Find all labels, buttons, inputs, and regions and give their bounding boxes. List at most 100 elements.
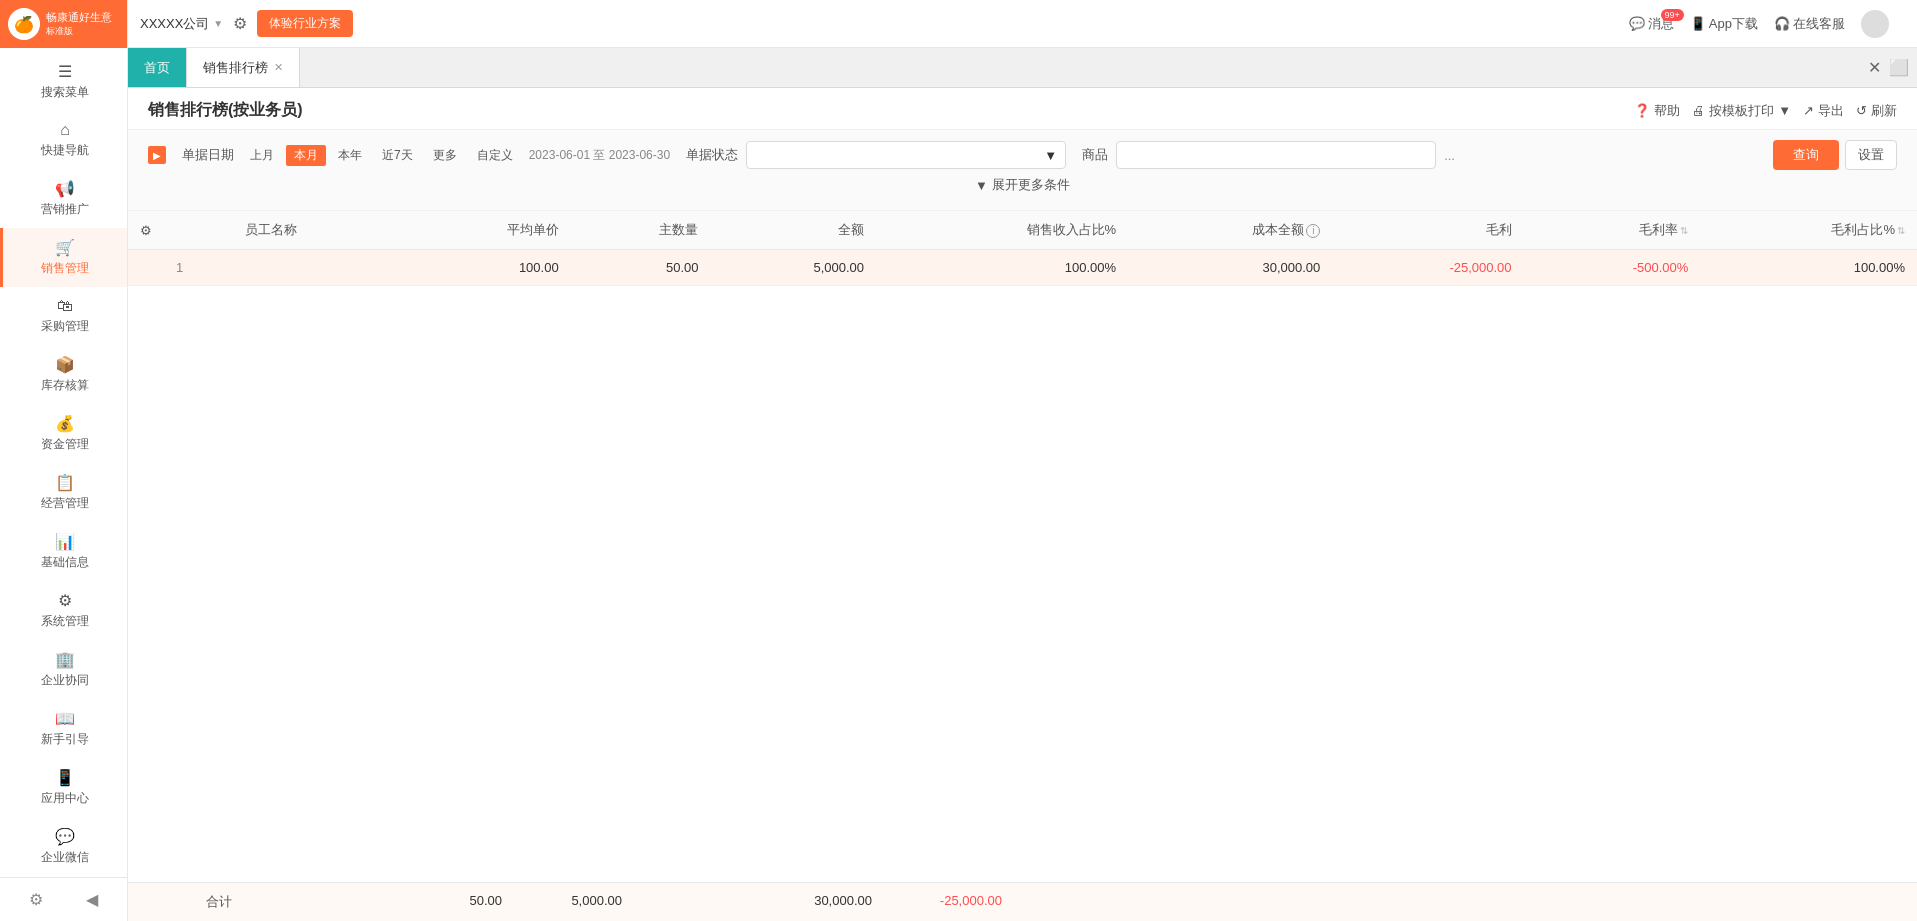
tab-close-window-icon[interactable]: ✕	[1868, 58, 1881, 77]
message-button[interactable]: 💬 消息 99+	[1629, 15, 1674, 33]
app-download-button[interactable]: 📱 App下载	[1690, 15, 1758, 33]
sidebar-item-marketing[interactable]: 📢 营销推广	[0, 169, 127, 228]
table-row: 1 100.00 50.00 5,000.00 100.00% 30,000.0…	[128, 250, 1917, 286]
help-button[interactable]: ❓ 帮助	[1634, 102, 1680, 120]
tab-sales-rank[interactable]: 销售排行榜 ✕	[187, 48, 300, 87]
sidebar-item-label: 搜索菜单	[41, 84, 89, 101]
th-cost-total: 成本全额i	[1128, 211, 1332, 250]
sidebar-item-guide[interactable]: 📖 新手引导	[0, 699, 127, 758]
expand-down-icon: ▼	[975, 178, 988, 193]
sidebar-item-sales[interactable]: 🛒 销售管理	[0, 228, 127, 287]
filter-area: ▶ 单据日期 上月 本月 本年 近7天 更多 自定义 2023-06-01 至 …	[128, 130, 1917, 211]
sidebar-item-enterprise[interactable]: 🏢 企业协同	[0, 640, 127, 699]
date-opt-this-month[interactable]: 本月	[286, 145, 326, 166]
sidebar-item-shortcut[interactable]: ⌂ 快捷导航	[0, 111, 127, 169]
tab-home[interactable]: 首页	[128, 48, 187, 87]
profit-pct-sort-icon[interactable]: ⇅	[1897, 225, 1905, 236]
expand-more-button[interactable]: ▼ 展开更多条件	[975, 176, 1070, 194]
expand-more-label: 展开更多条件	[992, 176, 1070, 194]
date-filter-label: 单据日期	[182, 146, 234, 164]
sidebar-item-label: 应用中心	[41, 790, 89, 807]
service-label: 在线客服	[1793, 15, 1845, 33]
goods-filter-label: 商品	[1082, 146, 1108, 164]
th-avg-price: 平均单价	[402, 211, 571, 250]
table-footer: 合计 50.00 5,000.00 30,000.00 -25,000.00	[128, 882, 1917, 921]
refresh-button[interactable]: ↺ 刷新	[1856, 102, 1897, 120]
print-dropdown-icon: ▼	[1778, 103, 1791, 118]
header: XXXXX公司 ▼ ⚙ 体验行业方案 💬 消息 99+ 📱 App下载 🎧 在线…	[128, 0, 1917, 48]
header-right-group: 💬 消息 99+ 📱 App下载 🎧 在线客服	[1629, 10, 1905, 38]
sidebar-item-base[interactable]: 📊 基础信息	[0, 522, 127, 581]
base-icon: 📊	[55, 532, 75, 551]
settings-button[interactable]: 设置	[1845, 140, 1897, 170]
header-settings-icon[interactable]: ⚙	[233, 14, 247, 33]
sidebar-item-label: 营销推广	[41, 201, 89, 218]
sidebar-item-inventory[interactable]: 📦 库存核算	[0, 345, 127, 404]
sales-icon: 🛒	[55, 238, 75, 257]
date-opt-custom[interactable]: 自定义	[469, 145, 521, 166]
filter-status-item: 单据状态 ▼	[686, 141, 1066, 169]
logo-subtitle: 标准版	[46, 25, 112, 38]
sidebar-item-search[interactable]: ☰ 搜索菜单	[0, 52, 127, 111]
query-button[interactable]: 查询	[1773, 140, 1839, 170]
footer-avg-price	[314, 893, 414, 911]
sidebar-logo: 🍊 畅康通好生意 标准版	[0, 0, 127, 48]
avatar[interactable]	[1861, 10, 1889, 38]
date-opt-this-year[interactable]: 本年	[330, 145, 370, 166]
goods-select[interactable]	[1116, 141, 1436, 169]
sidebar-nav: ☰ 搜索菜单 ⌂ 快捷导航 📢 营销推广 🛒 销售管理 🛍 采购管理 📦 库存核…	[0, 48, 127, 877]
tab-close-icon[interactable]: ✕	[274, 61, 283, 74]
th-total: 全额	[710, 211, 876, 250]
sidebar-item-apps[interactable]: 📱 应用中心	[0, 758, 127, 817]
print-icon: 🖨	[1692, 103, 1705, 118]
trial-button[interactable]: 体验行业方案	[257, 10, 353, 37]
filter-goods-item: 商品 ...	[1082, 141, 1455, 169]
sidebar-item-label: 采购管理	[41, 318, 89, 335]
print-button[interactable]: 🖨 按模板打印 ▼	[1692, 102, 1791, 120]
tab-sales-rank-label: 销售排行榜	[203, 59, 268, 77]
footer-total: 5,000.00	[514, 893, 634, 911]
online-service-button[interactable]: 🎧 在线客服	[1774, 15, 1845, 33]
td-profit-rate: -500.00%	[1524, 250, 1701, 286]
refresh-label: 刷新	[1871, 102, 1897, 120]
data-table: ⚙ 员工名称 平均单价 主数量 全额 销售收入占比% 成本全额i 毛利 毛利率⇅	[128, 211, 1917, 286]
sidebar-item-label: 销售管理	[41, 260, 89, 277]
th-profit-rate: 毛利率⇅	[1524, 211, 1701, 250]
date-opt-7days[interactable]: 近7天	[374, 145, 421, 166]
enterprise-icon: 🏢	[55, 650, 75, 669]
wechat-icon: 💬	[55, 827, 75, 846]
td-main-qty: 50.00	[571, 250, 711, 286]
sidebar-item-system[interactable]: ⚙ 系统管理	[0, 581, 127, 640]
sidebar-item-label: 新手引导	[41, 731, 89, 748]
chevron-down-icon: ▼	[213, 18, 223, 29]
sidebar-collapse-button[interactable]: ◀	[86, 890, 98, 909]
th-profit: 毛利	[1332, 211, 1523, 250]
sidebar-item-wechat[interactable]: 💬 企业微信	[0, 817, 127, 876]
tab-restore-icon[interactable]: ⬜	[1889, 58, 1909, 77]
sidebar-item-label: 企业微信	[41, 849, 89, 866]
footer-cell-empty2	[164, 893, 194, 911]
sidebar-settings-button[interactable]: ⚙	[29, 890, 43, 909]
date-opt-last-month[interactable]: 上月	[242, 145, 282, 166]
th-main-qty: 主数量	[571, 211, 711, 250]
th-settings[interactable]: ⚙	[128, 211, 164, 250]
sidebar-item-management[interactable]: 📋 经营管理	[0, 463, 127, 522]
filter-expand-arrow[interactable]: ▶	[148, 146, 166, 164]
cost-info-icon[interactable]: i	[1306, 224, 1320, 238]
sidebar-item-finance[interactable]: 💰 资金管理	[0, 404, 127, 463]
goods-more-icon[interactable]: ...	[1444, 148, 1455, 163]
th-name: 员工名称	[233, 211, 402, 250]
status-filter-label: 单据状态	[686, 146, 738, 164]
page-title: 销售排行榜(按业务员)	[148, 100, 303, 121]
date-opt-more[interactable]: 更多	[425, 145, 465, 166]
export-button[interactable]: ↗ 导出	[1803, 102, 1844, 120]
profit-rate-sort-icon[interactable]: ⇅	[1680, 225, 1688, 236]
company-selector[interactable]: XXXXX公司 ▼	[140, 15, 223, 33]
th-rank	[164, 211, 233, 250]
status-select[interactable]: ▼	[746, 141, 1066, 169]
help-icon: ❓	[1634, 103, 1650, 118]
expand-more-row: ▼ 展开更多条件	[148, 170, 1897, 200]
sidebar-item-purchase[interactable]: 🛍 采购管理	[0, 287, 127, 345]
sidebar: 🍊 畅康通好生意 标准版 ☰ 搜索菜单 ⌂ 快捷导航 📢 营销推广 🛒 销售管理…	[0, 0, 128, 921]
service-icon: 🎧	[1774, 16, 1790, 31]
